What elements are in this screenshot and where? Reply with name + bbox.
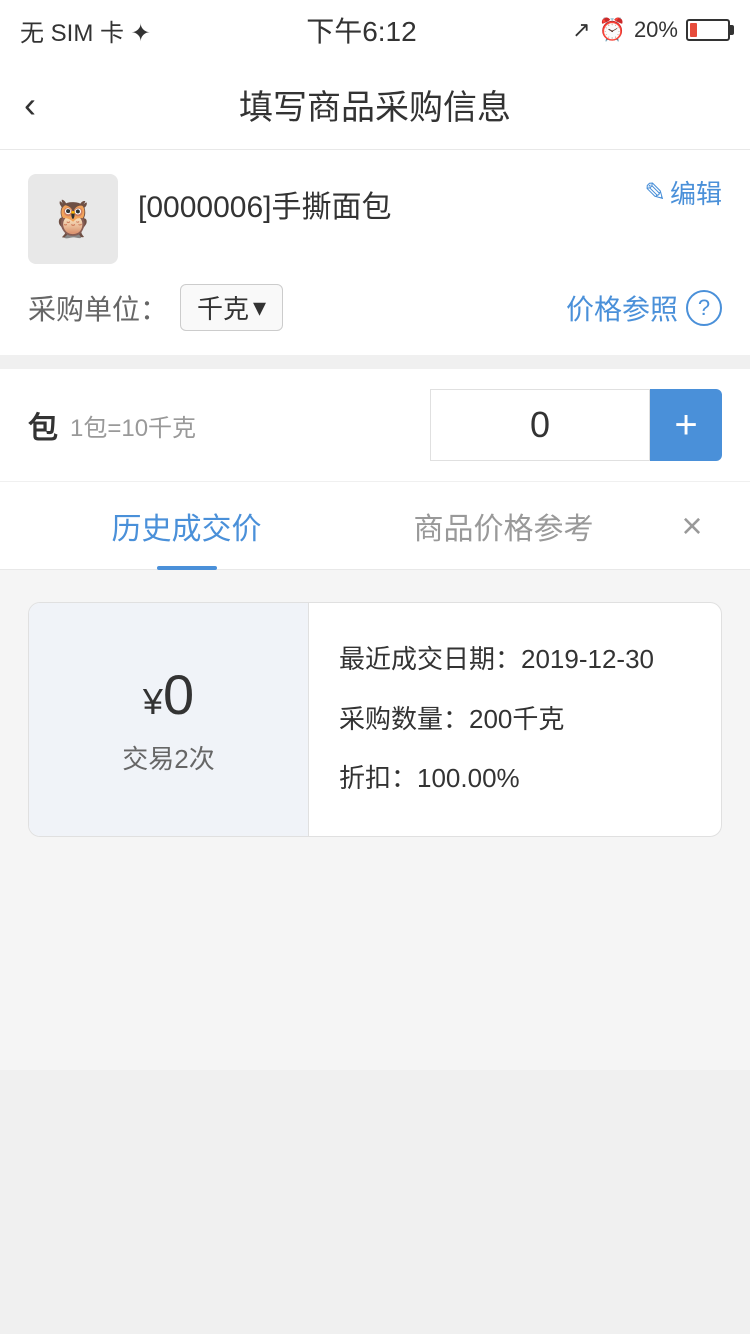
status-right: ↗ ⏰ 20% — [572, 17, 730, 43]
history-date-value: 2019-12-30 — [521, 644, 654, 674]
unit-label-text: 采购单位： — [28, 288, 168, 328]
product-thumbnail: 🦉 — [28, 174, 118, 264]
quantity-control: + — [430, 389, 722, 461]
back-button[interactable]: ‹ — [24, 84, 36, 126]
help-icon: ? — [686, 290, 722, 326]
alarm-icon: ⏰ — [599, 17, 626, 43]
location-icon: ↗ — [572, 17, 590, 43]
history-date-label: 最近成交日期： — [339, 644, 521, 674]
history-price-display: ¥0 — [143, 662, 194, 727]
product-bottom: 采购单位： 千克 ▾ 价格参照 ? — [28, 284, 722, 331]
edit-button[interactable]: ✎ 编辑 — [644, 174, 722, 211]
unit-box-label: 包 — [28, 403, 58, 447]
tab-history-label: 历史成交价 — [112, 504, 262, 548]
unit-hint-text: 1包=10千克 — [70, 408, 196, 443]
history-discount-item: 折扣：100.00% — [339, 758, 691, 800]
history-discount-value: 100.00% — [417, 763, 520, 793]
battery-percent: 20% — [634, 17, 678, 43]
unit-row: 采购单位： 千克 ▾ — [28, 284, 283, 331]
product-top: 🦉 [0000006]手撕面包 ✎ 编辑 — [28, 174, 722, 264]
sim-signal: 无 SIM 卡 ✦ — [20, 13, 151, 48]
product-card: 🦉 [0000006]手撕面包 ✎ 编辑 采购单位： 千克 ▾ 价格参照 ? — [0, 150, 750, 355]
history-date-item: 最近成交日期：2019-12-30 — [339, 639, 691, 681]
history-right-panel: 最近成交日期：2019-12-30 采购数量：200千克 折扣：100.00% — [309, 603, 721, 836]
quantity-plus-button[interactable]: + — [650, 389, 722, 461]
history-trades-count: 交易2次 — [122, 739, 214, 776]
page-title: 填写商品采购信息 — [239, 80, 511, 129]
tab-history-price[interactable]: 历史成交价 — [28, 482, 345, 570]
history-qty-label: 采购数量： — [339, 704, 469, 734]
edit-label: 编辑 — [670, 174, 722, 211]
currency-symbol: ¥ — [143, 681, 163, 722]
history-qty-item: 采购数量：200千克 — [339, 699, 691, 741]
plus-icon: + — [674, 403, 697, 448]
history-card: ¥0 交易2次 最近成交日期：2019-12-30 采购数量：200千克 折扣：… — [28, 602, 722, 837]
content-area: ¥0 交易2次 最近成交日期：2019-12-30 采购数量：200千克 折扣：… — [0, 570, 750, 1070]
edit-icon: ✎ — [644, 177, 666, 208]
price-reference-button[interactable]: 价格参照 ? — [566, 288, 722, 328]
status-left: 无 SIM 卡 ✦ — [20, 13, 151, 48]
unit-select[interactable]: 千克 ▾ — [180, 284, 283, 331]
battery-fill — [690, 23, 697, 37]
history-price-value: 0 — [163, 663, 194, 726]
tabs-close-button[interactable]: × — [662, 496, 722, 556]
quantity-row: 包 1包=10千克 + — [0, 369, 750, 482]
quantity-unit-label: 包 1包=10千克 — [28, 403, 196, 447]
status-bar: 无 SIM 卡 ✦ 下午6:12 ↗ ⏰ 20% — [0, 0, 750, 60]
tab-product-label: 商品价格参考 — [414, 504, 594, 548]
history-discount-label: 折扣： — [339, 763, 417, 793]
page-header: ‹ 填写商品采购信息 — [0, 60, 750, 150]
battery-icon — [686, 19, 730, 41]
tabs-container: 历史成交价 商品价格参考 × — [0, 482, 750, 570]
product-image-placeholder: 🦉 — [51, 198, 96, 240]
unit-value: 千克 — [197, 289, 249, 326]
tab-product-price[interactable]: 商品价格参考 — [345, 482, 662, 570]
divider — [0, 357, 750, 369]
dropdown-arrow-icon: ▾ — [253, 292, 266, 323]
product-name: [0000006]手撕面包 — [138, 182, 391, 226]
price-ref-label: 价格参照 — [566, 288, 678, 328]
status-time: 下午6:12 — [306, 10, 417, 50]
product-info: 🦉 [0000006]手撕面包 — [28, 174, 391, 264]
history-qty-value: 200千克 — [469, 704, 564, 734]
quantity-input[interactable] — [430, 389, 650, 461]
history-left-panel: ¥0 交易2次 — [29, 603, 309, 836]
